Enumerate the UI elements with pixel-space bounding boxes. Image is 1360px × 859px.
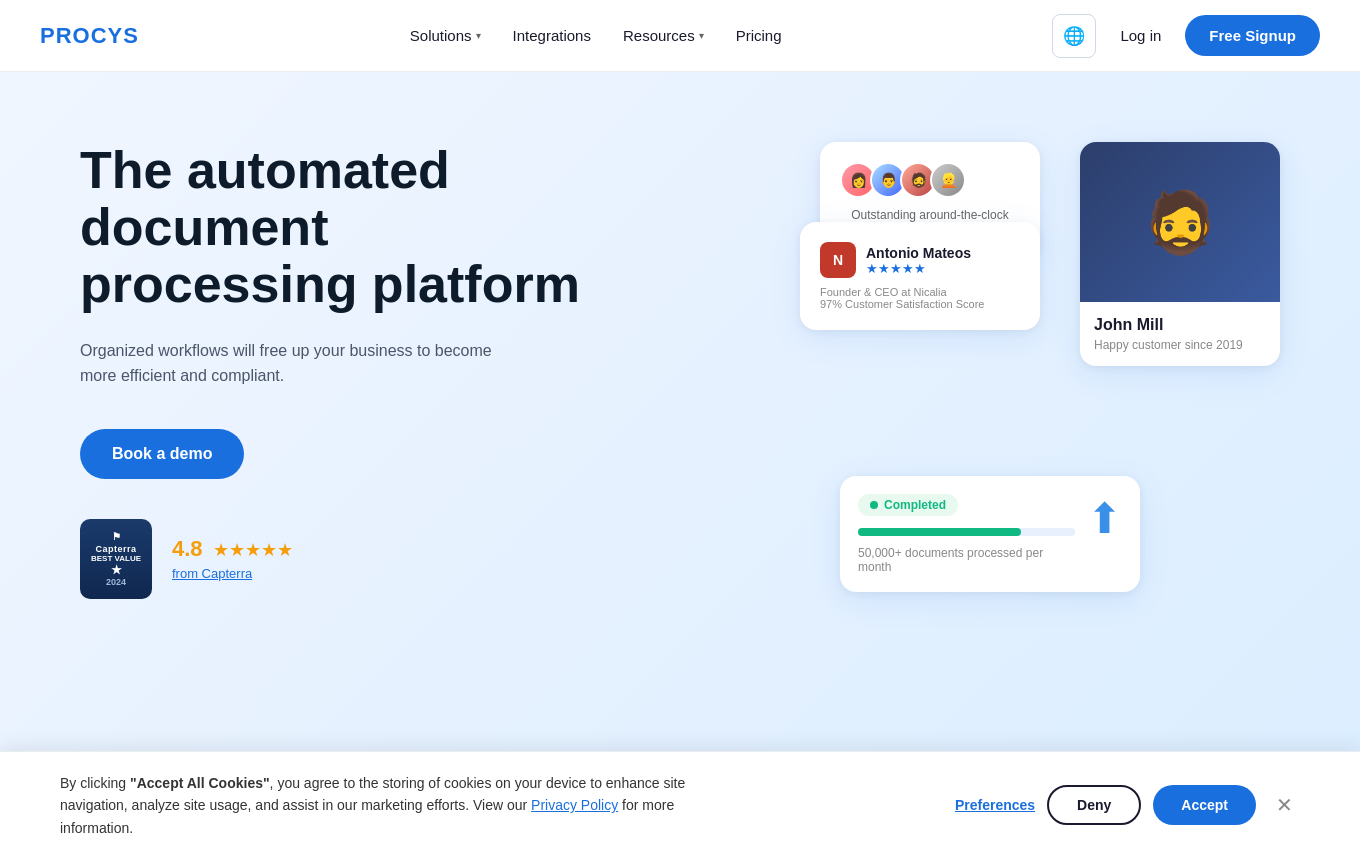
completed-card: Completed 50,000+ documents processed pe…	[840, 476, 1140, 592]
privacy-policy-link[interactable]: Privacy Policy	[531, 797, 618, 813]
john-subtitle: Happy customer since 2019	[1094, 338, 1266, 352]
avatar: 👱	[930, 162, 966, 198]
nav-right: 🌐 Log in Free Signup	[1052, 14, 1320, 58]
book-demo-button[interactable]: Book a demo	[80, 429, 244, 479]
completed-stat: 50,000+ documents processed per month	[858, 546, 1075, 574]
testimonial-stars: ★★★★★	[866, 261, 971, 276]
chevron-down-icon: ▾	[476, 30, 481, 41]
testimonial-name: Antonio Mateos	[866, 245, 971, 261]
hero-left: The automated document processing platfo…	[80, 142, 600, 599]
hero-section: The automated document processing platfo…	[0, 72, 1360, 772]
capterra-link[interactable]: from Capterra	[172, 566, 293, 581]
testimonial-logo: N	[820, 242, 856, 278]
star-icons: ★★★★★	[213, 540, 293, 560]
support-avatars: 👩 👨 🧔 👱	[840, 162, 1020, 198]
status-dot	[870, 501, 878, 509]
testimonial-card: N Antonio Mateos ★★★★★ Founder & CEO at …	[800, 222, 1040, 330]
rating-number: 4.8	[172, 536, 203, 561]
login-button[interactable]: Log in	[1108, 19, 1173, 52]
testimonial-score: 97% Customer Satisfaction Score	[820, 298, 1020, 310]
john-name: John Mill	[1094, 316, 1266, 334]
navigation: PROCYS Solutions ▾ Integrations Resource…	[0, 0, 1360, 72]
signup-button[interactable]: Free Signup	[1185, 15, 1320, 56]
capterra-section: ⚑ Capterra BEST VALUE ★ 2024 4.8 ★★★★★ f…	[80, 519, 600, 599]
progress-fill	[858, 528, 1021, 536]
testimonial-header: N Antonio Mateos ★★★★★	[820, 242, 1020, 278]
capterra-badge: ⚑ Capterra BEST VALUE ★ 2024	[80, 519, 152, 599]
john-info: John Mill Happy customer since 2019	[1080, 302, 1280, 366]
completed-badge: Completed	[858, 494, 958, 516]
cookie-banner: By clicking "Accept All Cookies", you ag…	[0, 751, 1360, 852]
nav-center: Solutions ▾ Integrations Resources ▾ Pri…	[410, 27, 782, 44]
nav-solutions[interactable]: Solutions ▾	[410, 27, 481, 44]
close-button[interactable]: ✕	[1268, 789, 1300, 821]
progress-bar	[858, 528, 1075, 536]
cookie-text: By clicking "Accept All Cookies", you ag…	[60, 772, 740, 839]
hero-cards: 👩 👨 🧔 👱 Outstanding around-the-clock sup…	[760, 142, 1280, 622]
hero-title: The automated document processing platfo…	[80, 142, 600, 314]
logo[interactable]: PROCYS	[40, 23, 139, 49]
rating-section: 4.8 ★★★★★ from Capterra	[172, 536, 293, 581]
accept-button[interactable]: Accept	[1153, 785, 1256, 825]
preferences-button[interactable]: Preferences	[955, 797, 1035, 813]
upload-icon: ⬆	[1087, 494, 1122, 543]
nav-resources[interactable]: Resources ▾	[623, 27, 704, 44]
nav-integrations[interactable]: Integrations	[513, 27, 591, 44]
hero-subtitle: Organized workflows will free up your bu…	[80, 338, 530, 389]
cookie-actions: Preferences Deny Accept ✕	[955, 785, 1300, 825]
chevron-down-icon: ▾	[699, 30, 704, 41]
john-photo: 🧔	[1080, 142, 1280, 302]
testimonial-role: Founder & CEO at Nicalia	[820, 286, 1020, 298]
language-button[interactable]: 🌐	[1052, 14, 1096, 58]
nav-pricing[interactable]: Pricing	[736, 27, 782, 44]
john-card: 🧔 John Mill Happy customer since 2019	[1080, 142, 1280, 366]
deny-button[interactable]: Deny	[1047, 785, 1141, 825]
